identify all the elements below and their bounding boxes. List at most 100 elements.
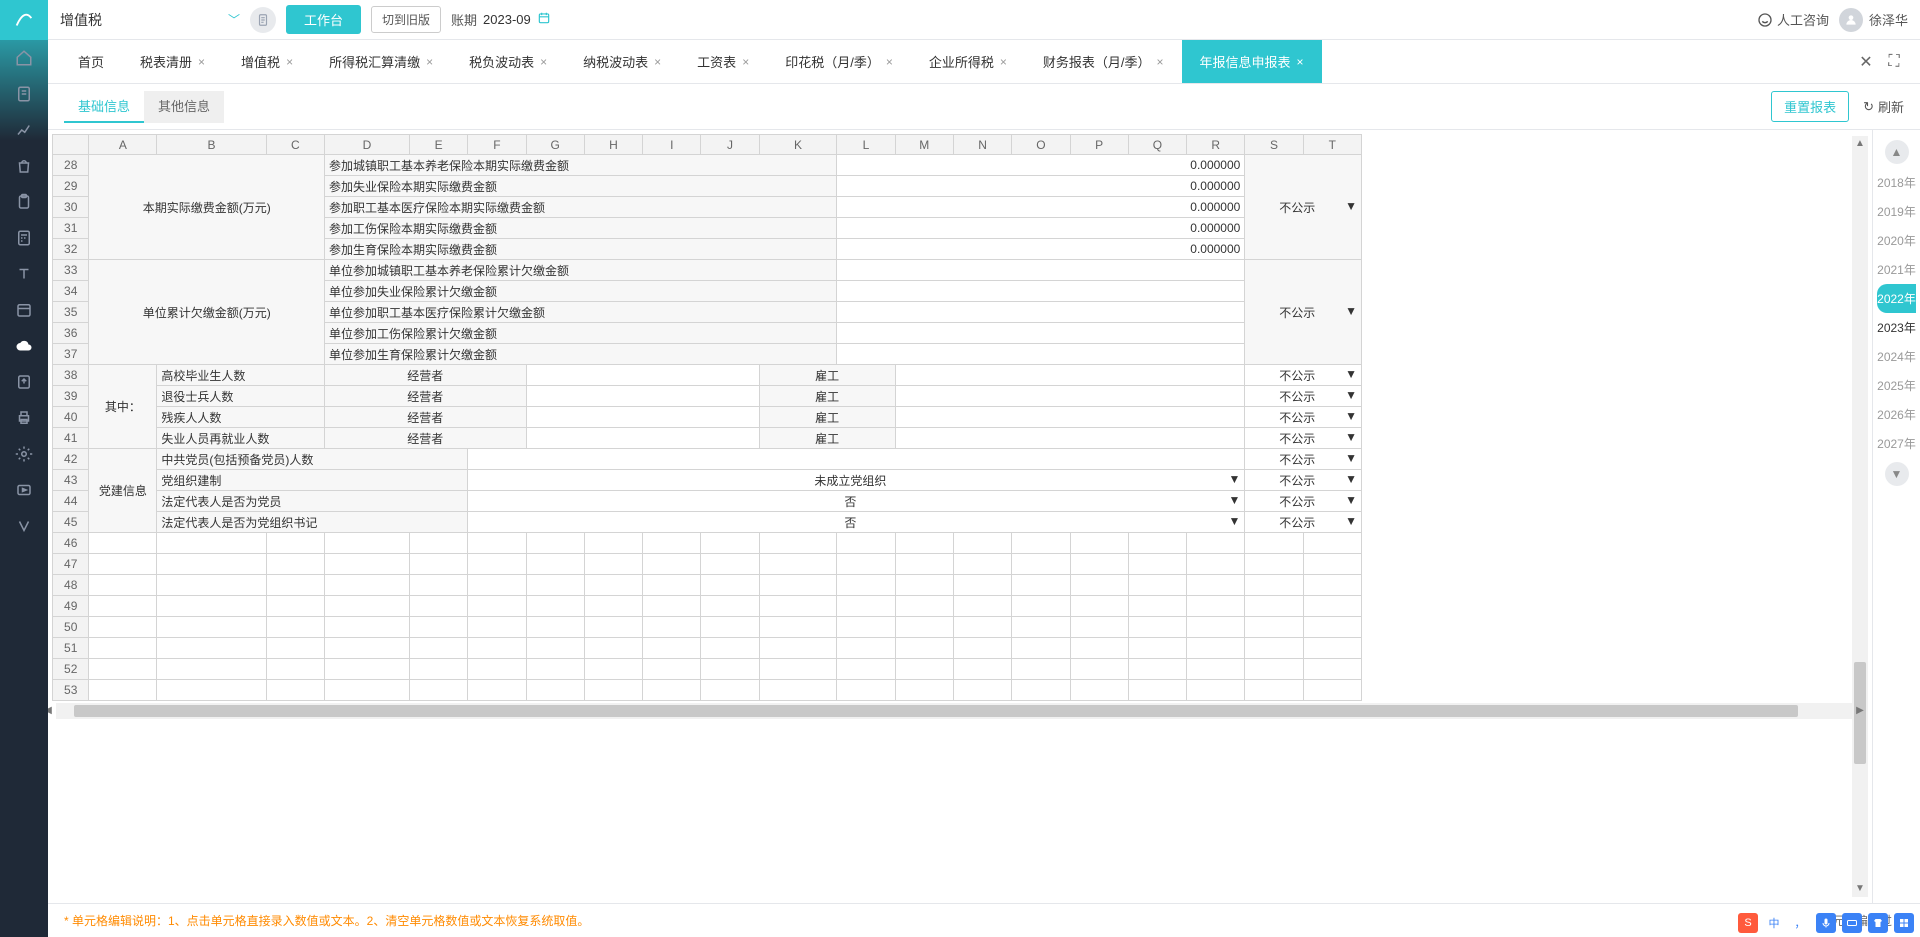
empty-cell[interactable] (759, 596, 837, 617)
dropdown-cell[interactable]: 不公示▼ (1245, 449, 1362, 470)
empty-cell[interactable] (1128, 575, 1186, 596)
empty-cell[interactable] (1187, 638, 1245, 659)
operator-label[interactable]: 经营者 (324, 428, 526, 449)
spreadsheet[interactable]: ABCDEFGHIJKLMNOPQRST 28本期实际缴费金额(万元)参加城镇职… (48, 130, 1872, 903)
empty-cell[interactable] (1245, 596, 1303, 617)
empty-cell[interactable] (953, 533, 1011, 554)
empty-cell[interactable] (895, 680, 953, 701)
empty-cell[interactable] (837, 596, 895, 617)
empty-cell[interactable] (409, 575, 467, 596)
row-label[interactable]: 法定代表人是否为党员 (157, 491, 468, 512)
empty-cell[interactable] (584, 617, 642, 638)
row-label[interactable]: 参加生育保险本期实际缴费金额 (324, 239, 836, 260)
dropdown-cell[interactable]: 不公示▼ (1245, 365, 1362, 386)
value-cell[interactable] (837, 281, 1245, 302)
col-header[interactable]: I (643, 135, 701, 155)
empty-cell[interactable] (1187, 659, 1245, 680)
group-label[interactable]: 本期实际缴费金额(万元) (89, 155, 325, 260)
dropdown-cell[interactable]: 不公示▼ (1245, 491, 1362, 512)
empty-cell[interactable] (1012, 659, 1070, 680)
value-cell[interactable]: 0.000000 (837, 218, 1245, 239)
empty-cell[interactable] (157, 659, 266, 680)
empty-cell[interactable] (1303, 554, 1361, 575)
row-label[interactable]: 参加城镇职工基本养老保险本期实际缴费金额 (324, 155, 836, 176)
empty-cell[interactable] (759, 617, 837, 638)
scroll-up-icon[interactable]: ▲ (1852, 136, 1868, 152)
empty-cell[interactable] (895, 638, 953, 659)
tab-item[interactable]: 纳税波动表× (565, 40, 679, 84)
empty-cell[interactable] (526, 659, 584, 680)
empty-cell[interactable] (1128, 680, 1186, 701)
tabs-expand-icon[interactable]: ⛶ (1880, 53, 1908, 71)
empty-cell[interactable] (643, 533, 701, 554)
empty-cell[interactable] (266, 554, 324, 575)
empty-cell[interactable] (584, 554, 642, 575)
empty-cell[interactable] (953, 617, 1011, 638)
nav-calc-icon[interactable] (0, 220, 48, 256)
row-header[interactable]: 41 (53, 428, 89, 449)
empty-cell[interactable] (1187, 575, 1245, 596)
value-cell[interactable] (837, 344, 1245, 365)
empty-cell[interactable] (1128, 617, 1186, 638)
operator-label[interactable]: 经营者 (324, 365, 526, 386)
empty-cell[interactable] (953, 638, 1011, 659)
row-label[interactable]: 高校毕业生人数 (157, 365, 325, 386)
empty-cell[interactable] (526, 596, 584, 617)
employee-label[interactable]: 雇工 (759, 428, 895, 449)
consult-button[interactable]: 人工咨询 (1757, 10, 1829, 29)
row-header[interactable]: 43 (53, 470, 89, 491)
value-cell[interactable] (895, 407, 1245, 428)
year-item[interactable]: 2018年 (1877, 168, 1916, 197)
empty-cell[interactable] (953, 575, 1011, 596)
value-cell[interactable] (526, 428, 759, 449)
empty-cell[interactable] (324, 596, 409, 617)
col-header[interactable]: H (584, 135, 642, 155)
empty-cell[interactable] (1245, 638, 1303, 659)
empty-cell[interactable] (643, 554, 701, 575)
tab-close-icon[interactable]: × (286, 55, 293, 69)
col-header[interactable]: B (157, 135, 266, 155)
empty-cell[interactable] (1012, 533, 1070, 554)
empty-cell[interactable] (1245, 659, 1303, 680)
empty-cell[interactable] (895, 617, 953, 638)
value-cell[interactable] (837, 302, 1245, 323)
row-header[interactable]: 36 (53, 323, 89, 344)
value-cell[interactable]: 0.000000 (837, 155, 1245, 176)
empty-cell[interactable] (701, 638, 759, 659)
year-item[interactable]: 2022年 (1877, 284, 1916, 313)
empty-cell[interactable] (895, 554, 953, 575)
nav-cloud-icon[interactable] (0, 328, 48, 364)
col-header[interactable]: F (468, 135, 526, 155)
row-label[interactable]: 法定代表人是否为党组织书记 (157, 512, 468, 533)
empty-cell[interactable] (324, 638, 409, 659)
row-header[interactable]: 52 (53, 659, 89, 680)
empty-cell[interactable] (584, 680, 642, 701)
empty-cell[interactable] (759, 533, 837, 554)
row-header[interactable]: 49 (53, 596, 89, 617)
col-header[interactable]: A (89, 135, 157, 155)
empty-cell[interactable] (1012, 617, 1070, 638)
empty-cell[interactable] (1070, 533, 1128, 554)
empty-cell[interactable] (324, 533, 409, 554)
disclosure-cell[interactable]: 不公示▼ (1245, 155, 1362, 260)
empty-cell[interactable] (584, 575, 642, 596)
empty-cell[interactable] (89, 596, 157, 617)
nav-export-icon[interactable] (0, 364, 48, 400)
row-label[interactable]: 单位参加失业保险累计欠缴金额 (324, 281, 836, 302)
doc-icon[interactable] (250, 7, 276, 33)
empty-cell[interactable] (1012, 596, 1070, 617)
col-header[interactable]: C (266, 135, 324, 155)
ime-comma-icon[interactable]: ， (1790, 913, 1810, 933)
row-header[interactable]: 38 (53, 365, 89, 386)
empty-cell[interactable] (837, 554, 895, 575)
empty-cell[interactable] (468, 575, 526, 596)
empty-cell[interactable] (1012, 554, 1070, 575)
dropdown-cell[interactable]: 否▼ (468, 491, 1245, 512)
empty-cell[interactable] (643, 596, 701, 617)
tab-item[interactable]: 印花税（月/季）× (767, 40, 911, 84)
row-header[interactable]: 51 (53, 638, 89, 659)
empty-cell[interactable] (1128, 554, 1186, 575)
scroll-left-icon[interactable]: ◀ (48, 703, 56, 719)
year-item[interactable]: 2023年 (1877, 313, 1916, 342)
nav-doc-icon[interactable] (0, 76, 48, 112)
